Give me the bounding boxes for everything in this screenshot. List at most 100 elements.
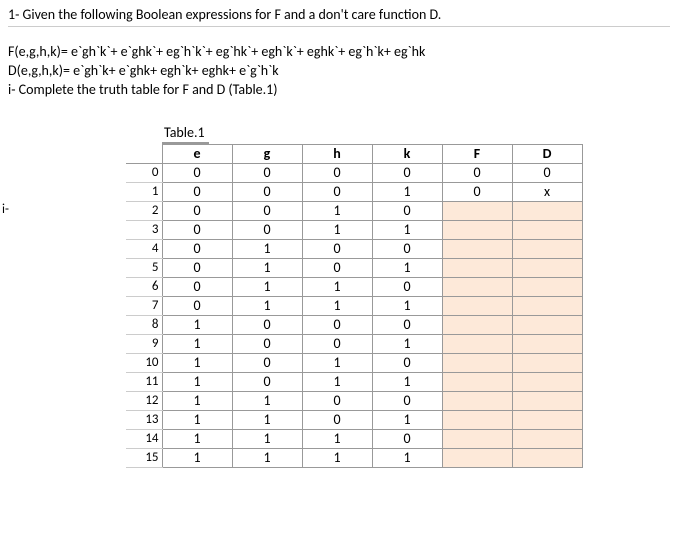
cell-g: 0 [232,201,302,220]
cell-f [442,239,512,258]
cell-e: 1 [162,315,232,334]
cell-h: 0 [302,239,372,258]
cell-e: 1 [162,448,232,467]
cell-d [512,258,582,277]
cell-h: 0 [302,315,372,334]
table-row: 40100 [126,239,582,258]
header-e: e [162,144,232,163]
cell-g: 1 [232,410,302,429]
table-row: 100010x [126,182,582,201]
cell-f: 0 [442,182,512,201]
table-row: 111011 [126,372,582,391]
row-index: 7 [126,296,162,315]
cell-f: 0 [442,163,512,182]
table-row: 70111 [126,296,582,315]
cell-k: 1 [372,372,442,391]
cell-e: 1 [162,391,232,410]
cell-k: 1 [372,448,442,467]
cell-f [442,220,512,239]
cell-e: 1 [162,353,232,372]
cell-d [512,353,582,372]
table-row: 60110 [126,277,582,296]
cell-h: 1 [302,448,372,467]
cell-d: x [512,182,582,201]
row-index: 14 [126,429,162,448]
cell-k: 1 [372,410,442,429]
cell-e: 0 [162,182,232,201]
cell-k: 0 [372,391,442,410]
cell-e: 1 [162,372,232,391]
row-index: 8 [126,315,162,334]
row-index: 13 [126,410,162,429]
cell-d [512,334,582,353]
cell-k: 1 [372,334,442,353]
cell-k: 0 [372,429,442,448]
row-index: 9 [126,334,162,353]
cell-k: 0 [372,277,442,296]
cell-e: 0 [162,201,232,220]
row-index: 4 [126,239,162,258]
table-row: 91001 [126,334,582,353]
cell-k: 0 [372,353,442,372]
cell-h: 0 [302,410,372,429]
cell-h: 1 [302,372,372,391]
table-row: 141110 [126,429,582,448]
row-index: 12 [126,391,162,410]
cell-d [512,410,582,429]
cell-g: 0 [232,372,302,391]
row-index: 0 [126,163,162,182]
cell-g: 1 [232,258,302,277]
cell-d [512,315,582,334]
part-instruction: i- Complete the truth table for F and D … [8,81,670,100]
cell-h: 0 [302,258,372,277]
table-row: 81000 [126,315,582,334]
cell-d [512,391,582,410]
cell-k: 0 [372,239,442,258]
cell-k: 0 [372,201,442,220]
cell-h: 1 [302,277,372,296]
row-label-i: i- [2,202,9,217]
row-index: 5 [126,258,162,277]
cell-g: 0 [232,315,302,334]
cell-d [512,448,582,467]
problem-statement: 1- Given the following Boolean expressio… [8,6,670,100]
table-row: 151111 [126,448,582,467]
cell-f [442,391,512,410]
cell-h: 0 [302,391,372,410]
row-index: 10 [126,353,162,372]
cell-g: 0 [232,182,302,201]
cell-k: 1 [372,182,442,201]
cell-e: 0 [162,163,232,182]
f-expression: F(e,g,h,k)= e`gh`k`+ e`ghk`+ eg`h`k`+ eg… [8,43,670,62]
cell-d [512,372,582,391]
cell-f [442,315,512,334]
cell-g: 0 [232,334,302,353]
header-blank [126,144,162,163]
cell-k: 1 [372,220,442,239]
cell-g: 0 [232,220,302,239]
cell-f [442,410,512,429]
cell-d: 0 [512,163,582,182]
cell-g: 1 [232,448,302,467]
header-d: D [512,144,582,163]
cell-g: 1 [232,429,302,448]
row-index: 11 [126,372,162,391]
table-row: 20010 [126,201,582,220]
table-row: 50101 [126,258,582,277]
table-row: 30011 [126,220,582,239]
cell-g: 0 [232,353,302,372]
cell-f [442,448,512,467]
cell-h: 0 [302,163,372,182]
cell-g: 1 [232,296,302,315]
row-index: 15 [126,448,162,467]
header-h: h [302,144,372,163]
cell-g: 1 [232,239,302,258]
row-index: 3 [126,220,162,239]
cell-k: 0 [372,315,442,334]
table-row: 0000000 [126,163,582,182]
cell-f [442,277,512,296]
cell-k: 1 [372,296,442,315]
cell-h: 0 [302,334,372,353]
cell-f [442,353,512,372]
cell-d [512,201,582,220]
